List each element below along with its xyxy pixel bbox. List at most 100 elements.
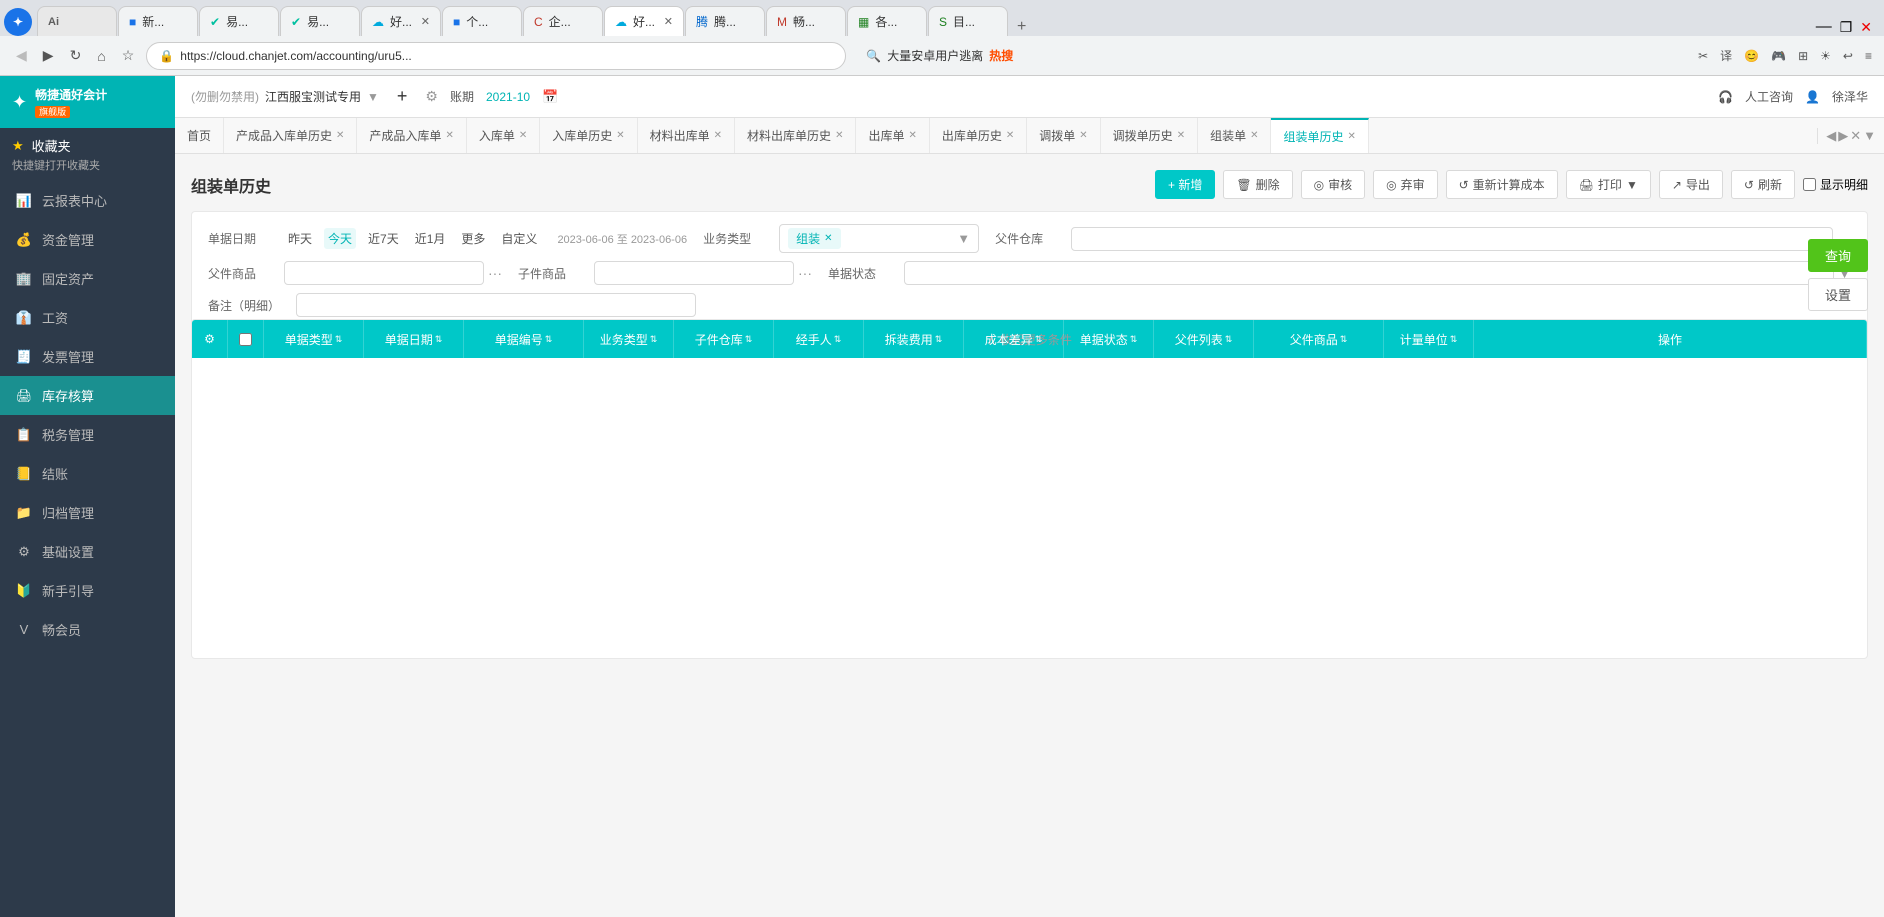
business-type-tag-close[interactable]: ✕ <box>824 233 832 244</box>
date-custom[interactable]: 自定义 <box>497 228 541 249</box>
nav-tab-transfer-history[interactable]: 调拨单历史 ✕ <box>1101 118 1198 154</box>
show-detail-checkbox-label[interactable]: 显示明细 <box>1803 176 1868 193</box>
th-child-warehouse[interactable]: 子件仓库 ⇅ <box>674 320 774 358</box>
user-service-label[interactable]: 人工咨询 <box>1745 88 1793 105</box>
nav-tab-inbound-history-close[interactable]: ✕ <box>616 130 624 141</box>
note-input[interactable] <box>296 293 696 317</box>
th-checkbox[interactable] <box>228 320 264 358</box>
restore-button[interactable]: ❐ <box>1840 19 1853 36</box>
th-parent-list[interactable]: 父件列表 ⇅ <box>1154 320 1254 358</box>
company-selector[interactable]: (勿删勿禁用) 江西服宝测试专用 ▼ <box>191 88 379 105</box>
th-handler[interactable]: 经手人 ⇅ <box>774 320 864 358</box>
scissors-tool[interactable]: ✂ <box>1698 49 1708 63</box>
sidebar-item-cloud-report[interactable]: 📊 云报表中心 <box>0 181 175 220</box>
nav-tab-material-outbound-close[interactable]: ✕ <box>714 130 722 141</box>
nav-tab-inbound-history[interactable]: 入库单历史 ✕ <box>540 118 637 154</box>
th-disassembly-cost[interactable]: 拆装费用 ⇅ <box>864 320 964 358</box>
tab-8-close[interactable]: ✕ <box>664 15 673 28</box>
nav-tab-produce-inbound-history[interactable]: 产成品入库单历史 ✕ <box>224 118 357 154</box>
order-status-input[interactable] <box>904 261 1834 285</box>
date-yesterday[interactable]: 昨天 <box>284 228 316 249</box>
date-7days[interactable]: 近7天 <box>364 228 403 249</box>
tabs-right-arrow[interactable]: ▶ <box>1838 128 1848 144</box>
game-tool[interactable]: 🎮 <box>1771 49 1786 63</box>
th-business-type[interactable]: 业务类型 ⇅ <box>584 320 674 358</box>
nav-tab-inbound-close[interactable]: ✕ <box>519 130 527 141</box>
sidebar-item-fixed-assets[interactable]: 🏢 固定资产 <box>0 259 175 298</box>
print-button[interactable]: 🖨 打印 ▼ <box>1566 170 1651 199</box>
set-button[interactable]: 设置 <box>1808 278 1868 311</box>
sidebar-item-member[interactable]: V 畅会员 <box>0 610 175 649</box>
browser-tab-2[interactable]: ■ 新... <box>118 6 198 36</box>
export-button[interactable]: ↗ 导出 <box>1659 170 1723 199</box>
undo-tool[interactable]: ↩ <box>1843 49 1853 63</box>
sidebar-item-fund[interactable]: 💰 资金管理 <box>0 220 175 259</box>
favorites-label[interactable]: 收藏夹 <box>32 136 71 155</box>
nav-tab-produce-inbound-history-close[interactable]: ✕ <box>336 130 344 141</box>
settings-header-icon[interactable]: ⚙ <box>425 88 438 105</box>
nav-tab-produce-inbound[interactable]: 产成品入库单 ✕ <box>357 118 466 154</box>
browser-tab-7[interactable]: C 企... <box>523 6 603 36</box>
nav-tab-inbound[interactable]: 入库单 ✕ <box>467 118 540 154</box>
forward-button[interactable]: ▶ <box>39 43 58 68</box>
nav-tab-material-outbound-history-close[interactable]: ✕ <box>835 130 843 141</box>
th-order-type[interactable]: 单据类型 ⇅ <box>264 320 364 358</box>
th-unit[interactable]: 计量单位 ⇅ <box>1384 320 1474 358</box>
parent-warehouse-input[interactable] <box>1071 227 1833 251</box>
nav-tab-assembly-history[interactable]: 组装单历史 ✕ <box>1271 118 1368 154</box>
tabs-menu[interactable]: ▼ <box>1863 128 1876 143</box>
business-type-dropdown-icon[interactable]: ▼ <box>957 231 970 246</box>
browser-tab-10[interactable]: M 畅... <box>766 6 846 36</box>
abandon-button[interactable]: ◎ 弃审 <box>1373 170 1438 199</box>
date-today[interactable]: 今天 <box>324 228 356 249</box>
sidebar-item-guide[interactable]: 🔰 新手引导 <box>0 571 175 610</box>
date-1month[interactable]: 近1月 <box>411 228 450 249</box>
bookmark-button[interactable]: ☆ <box>118 43 139 68</box>
sidebar-item-salary[interactable]: 👔 工资 <box>0 298 175 337</box>
nav-tab-outbound-close[interactable]: ✕ <box>908 130 916 141</box>
recalculate-button[interactable]: ↺ 重新计算成本 <box>1446 170 1558 199</box>
th-cost-variance[interactable]: 成本差异 ⇅ <box>964 320 1064 358</box>
home-button[interactable]: ⌂ <box>93 44 109 68</box>
new-button[interactable]: + 新增 <box>1155 170 1215 199</box>
show-detail-checkbox[interactable] <box>1803 178 1816 191</box>
sidebar-item-invoice[interactable]: 🧾 发票管理 <box>0 337 175 376</box>
nav-tab-assembly[interactable]: 组装单 ✕ <box>1198 118 1271 154</box>
business-type-input[interactable]: 组装 ✕ ▼ <box>779 224 979 253</box>
th-order-date[interactable]: 单据日期 ⇅ <box>364 320 464 358</box>
nav-tab-material-outbound-history[interactable]: 材料出库单历史 ✕ <box>735 118 856 154</box>
menu-tool[interactable]: ≡ <box>1865 49 1872 63</box>
nav-tab-assembly-history-close[interactable]: ✕ <box>1348 131 1356 142</box>
browser-tab-5[interactable]: ☁ 好... ✕ <box>361 6 441 36</box>
browser-tab-4[interactable]: ✔ 易... <box>280 6 360 36</box>
nav-tab-assembly-close[interactable]: ✕ <box>1250 130 1258 141</box>
emoji-tool[interactable]: 😊 <box>1744 49 1759 63</box>
username-label[interactable]: 徐泽华 <box>1832 88 1868 105</box>
nav-tab-produce-inbound-close[interactable]: ✕ <box>445 130 453 141</box>
nav-tab-outbound[interactable]: 出库单 ✕ <box>856 118 929 154</box>
child-goods-input[interactable] <box>594 261 794 285</box>
date-more[interactable]: 更多 <box>457 228 489 249</box>
nav-tab-outbound-history-close[interactable]: ✕ <box>1006 130 1014 141</box>
browser-tab-1[interactable]: Ai <box>37 6 117 36</box>
delete-button[interactable]: 🗑 删除 <box>1223 170 1292 199</box>
brightness-tool[interactable]: ☀ <box>1820 49 1831 63</box>
add-company-button[interactable]: + <box>391 86 414 107</box>
sidebar-item-inventory[interactable]: 🖨 库存核算 <box>0 376 175 415</box>
th-order-no[interactable]: 单据编号 ⇅ <box>464 320 584 358</box>
browser-tab-6[interactable]: ■ 个... <box>442 6 522 36</box>
parent-goods-more-btn[interactable]: ··· <box>488 265 502 281</box>
sidebar-item-close-account[interactable]: 📒 结账 <box>0 454 175 493</box>
th-order-status[interactable]: 单据状态 ⇅ <box>1064 320 1154 358</box>
grid-tool[interactable]: ⊞ <box>1798 49 1808 63</box>
new-tab-button[interactable]: + <box>1009 18 1034 36</box>
browser-tab-12[interactable]: S 目... <box>928 6 1008 36</box>
sidebar-item-tax[interactable]: 📋 税务管理 <box>0 415 175 454</box>
nav-tab-transfer[interactable]: 调拨单 ✕ <box>1027 118 1100 154</box>
browser-tab-11[interactable]: ▦ 各... <box>847 6 927 36</box>
nav-tab-transfer-history-close[interactable]: ✕ <box>1177 130 1185 141</box>
search-button[interactable]: 查询 <box>1808 239 1868 272</box>
select-all-checkbox[interactable] <box>239 333 252 346</box>
nav-tab-transfer-close[interactable]: ✕ <box>1079 130 1087 141</box>
audit-button[interactable]: ◎ 审核 <box>1301 170 1366 199</box>
